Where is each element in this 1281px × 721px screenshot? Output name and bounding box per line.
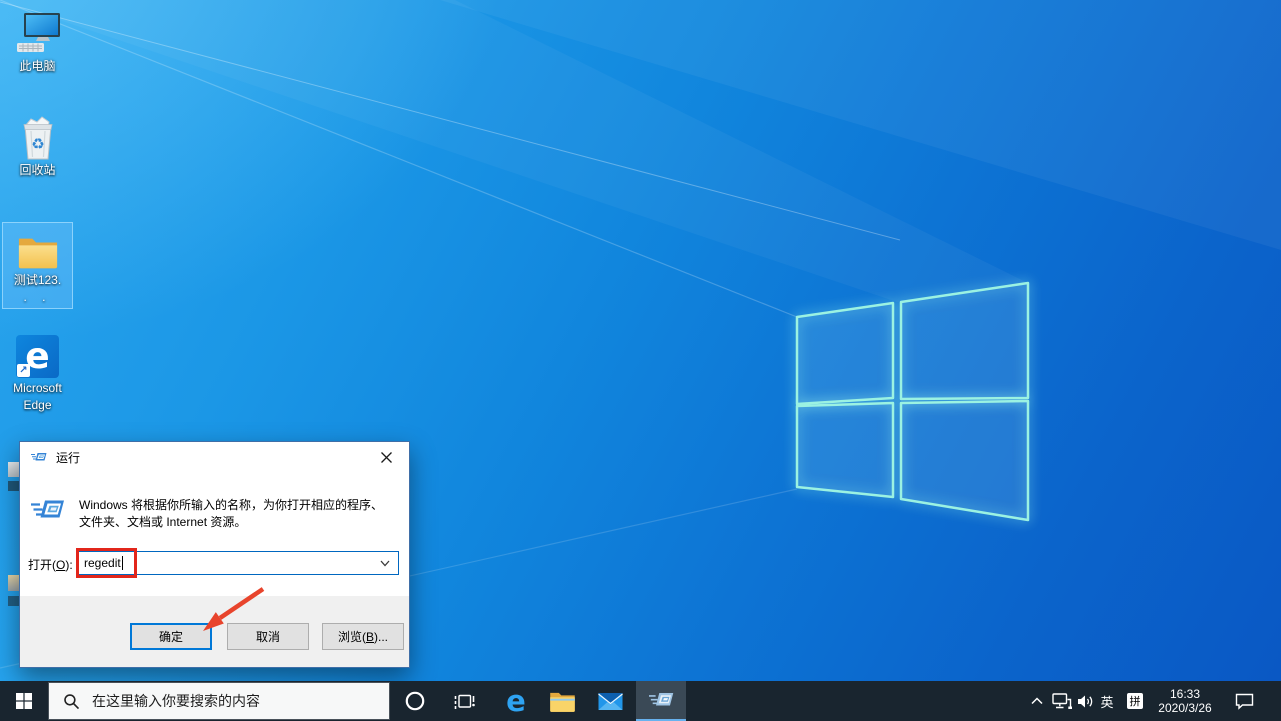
tray-clock[interactable]: 16:33 2020/3/26 bbox=[1153, 681, 1217, 721]
open-label: 打开(O): bbox=[28, 556, 73, 573]
svg-text:♻: ♻ bbox=[31, 136, 44, 153]
start-button[interactable] bbox=[0, 681, 48, 721]
obscured-icon-label bbox=[8, 481, 19, 491]
cortana-button[interactable] bbox=[390, 681, 440, 721]
run-dialog: 运行 Windows 将根据你所输入的名称，为你打开相应的程序、 文件夹、文档或… bbox=[19, 441, 410, 668]
obscured-desktop-icon bbox=[8, 575, 19, 591]
dialog-message: Windows 将根据你所输入的名称，为你打开相应的程序、 文件夹、文档或 In… bbox=[79, 497, 399, 531]
task-view-button[interactable] bbox=[442, 681, 486, 721]
obscured-icon-label bbox=[8, 596, 19, 606]
taskbar-search-input[interactable]: 在这里输入你要搜索的内容 bbox=[48, 682, 390, 720]
ime-language-label: 英 bbox=[1100, 692, 1113, 711]
annotation-red-box bbox=[76, 548, 137, 578]
icon-label: 测试123. bbox=[0, 273, 75, 287]
taskbar-mail-button[interactable] bbox=[588, 681, 632, 721]
tray-volume-button[interactable] bbox=[1075, 681, 1097, 721]
obscured-desktop-icon bbox=[8, 462, 19, 477]
taskbar-run-button-active[interactable] bbox=[636, 681, 686, 721]
taskbar-file-explorer-button[interactable] bbox=[540, 681, 584, 721]
dialog-titlebar[interactable]: 运行 bbox=[20, 442, 409, 472]
chevron-up-icon bbox=[1031, 697, 1043, 705]
browse-button[interactable]: 浏览(B)... bbox=[322, 623, 404, 650]
folder-icon bbox=[17, 234, 59, 270]
clock-time: 16:33 bbox=[1170, 687, 1200, 701]
edge-icon: e ↗ bbox=[16, 335, 59, 378]
action-center-icon bbox=[1235, 693, 1254, 710]
clock-date: 2020/3/26 bbox=[1158, 701, 1211, 715]
search-icon bbox=[63, 693, 80, 710]
recycle-bin-icon: ♻ bbox=[18, 115, 58, 160]
speaker-icon bbox=[1077, 694, 1095, 709]
close-icon bbox=[381, 452, 392, 463]
windows-logo bbox=[797, 283, 1028, 520]
cortana-icon bbox=[404, 690, 426, 712]
tray-ime-language-button[interactable]: 英 bbox=[1097, 681, 1117, 721]
icon-label: 回收站 bbox=[0, 163, 75, 177]
taskbar: 在这里输入你要搜索的内容 e bbox=[0, 681, 1281, 721]
tray-ime-mode-button[interactable]: 拼 bbox=[1123, 681, 1147, 721]
close-button[interactable] bbox=[364, 442, 409, 472]
ime-mode-badge: 拼 bbox=[1127, 693, 1143, 709]
desktop-icon-test-folder[interactable]: 测试123. . . bbox=[0, 224, 75, 304]
icon-label: Microsoft bbox=[0, 381, 75, 395]
desktop-icon-microsoft-edge[interactable]: e ↗ Microsoft Edge bbox=[0, 332, 75, 412]
search-placeholder: 在这里输入你要搜索的内容 bbox=[92, 691, 260, 711]
task-view-icon bbox=[454, 692, 475, 711]
shortcut-arrow-icon: ↗ bbox=[17, 364, 30, 377]
file-explorer-icon bbox=[549, 690, 576, 713]
run-icon bbox=[31, 450, 47, 464]
icon-label: Edge bbox=[0, 398, 75, 412]
tray-show-hidden-icons-button[interactable] bbox=[1028, 681, 1046, 721]
cancel-button[interactable]: 取消 bbox=[227, 623, 309, 650]
taskbar-edge-button[interactable]: e bbox=[494, 681, 538, 721]
tray-network-button[interactable] bbox=[1050, 681, 1074, 721]
run-icon-large bbox=[31, 495, 65, 525]
icon-label-truncated: . . bbox=[0, 290, 75, 304]
desktop-icon-recycle-bin[interactable]: ♻ 回收站 bbox=[0, 114, 75, 177]
ok-button[interactable]: 确定 bbox=[130, 623, 212, 650]
mail-icon bbox=[598, 691, 623, 711]
icon-label: 此电脑 bbox=[0, 59, 75, 73]
this-pc-icon bbox=[15, 12, 61, 56]
dialog-title: 运行 bbox=[56, 449, 80, 466]
desktop-icon-this-pc[interactable]: 此电脑 bbox=[0, 10, 75, 73]
chevron-down-icon[interactable] bbox=[380, 560, 390, 567]
windows-start-icon bbox=[16, 693, 32, 709]
run-icon bbox=[649, 689, 674, 711]
network-ethernet-icon bbox=[1052, 693, 1072, 710]
action-center-button[interactable] bbox=[1228, 681, 1260, 721]
edge-icon: e bbox=[506, 684, 526, 718]
